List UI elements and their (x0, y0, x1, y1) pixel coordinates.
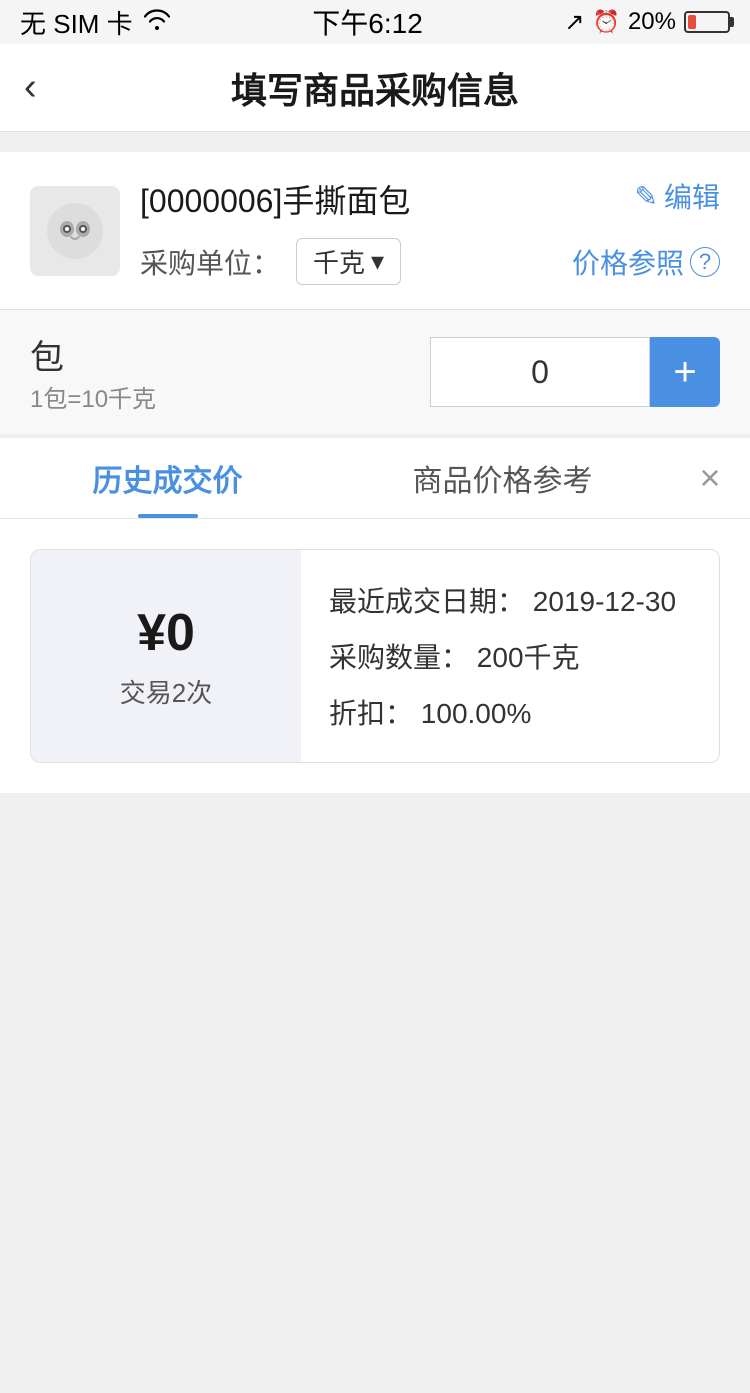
product-info: [0000006]手撕面包 采购单位： 千克 ▾ (140, 176, 410, 285)
product-card: [0000006]手撕面包 采购单位： 千克 ▾ ✎ 编辑 价格参照 ? (0, 152, 750, 309)
wifi-icon (143, 7, 171, 38)
status-bar: 无 SIM 卡 下午6:12 ↗ ⏰ 20% (0, 0, 750, 44)
unit-dropdown[interactable]: 千克 ▾ (296, 238, 401, 285)
history-content: ¥0 交易2次 最近成交日期： 2019-12-30 采购数量： 200千克 折… (0, 519, 750, 793)
edit-label: 编辑 (664, 176, 720, 216)
back-button[interactable]: ‹ (24, 66, 37, 109)
edit-icon: ✎ (635, 180, 658, 213)
edit-button[interactable]: ✎ 编辑 (635, 176, 720, 216)
tab-history-price-label: 历史成交价 (93, 456, 243, 500)
product-name: [0000006]手撕面包 (140, 176, 410, 222)
dropdown-arrow-icon: ▾ (371, 246, 384, 277)
tab-price-reference-label: 商品价格参考 (413, 456, 593, 500)
quantity-detail-label: 采购数量： (329, 642, 469, 673)
quantity-label: 包 1包=10千克 (30, 330, 156, 414)
history-left: ¥0 交易2次 (31, 550, 301, 762)
quantity-detail-value: 200千克 (477, 642, 580, 673)
recent-date-value: 2019-12-30 (533, 586, 676, 617)
history-discount: 折扣： 100.00% (329, 692, 691, 732)
history-card: ¥0 交易2次 最近成交日期： 2019-12-30 采购数量： 200千克 折… (30, 549, 720, 763)
battery-percent: 20% (628, 8, 676, 36)
help-icon: ? (690, 247, 720, 277)
quantity-plus-button[interactable]: + (650, 337, 720, 407)
recent-date-label: 最近成交日期： (329, 586, 525, 617)
bottom-area (0, 793, 750, 1393)
alarm-icon: ⏰ (593, 9, 620, 35)
nav-bar: ‹ 填写商品采购信息 (0, 44, 750, 132)
history-right: 最近成交日期： 2019-12-30 采购数量： 200千克 折扣： 100.0… (301, 550, 719, 762)
price-ref-label: 价格参照 (572, 242, 684, 282)
status-left: 无 SIM 卡 (20, 4, 171, 41)
history-trade-count: 交易2次 (120, 673, 212, 710)
tab-close-button[interactable]: × (670, 438, 750, 518)
quantity-row: 包 1包=10千克 0 + (0, 309, 750, 434)
status-right: ↗ ⏰ 20% (564, 8, 730, 37)
unit-value: 千克 (313, 243, 365, 280)
page-title: 填写商品采购信息 (231, 62, 519, 114)
quantity-input-row: 0 + (430, 337, 720, 407)
quantity-input[interactable]: 0 (430, 337, 650, 407)
product-unit-row: 采购单位： 千克 ▾ (140, 238, 410, 285)
product-left: [0000006]手撕面包 采购单位： 千克 ▾ (30, 176, 410, 285)
discount-value: 100.00% (421, 698, 532, 729)
status-time: 下午6:12 (312, 2, 423, 42)
product-thumbnail (30, 186, 120, 276)
battery-icon (684, 11, 730, 33)
product-actions: ✎ 编辑 价格参照 ? (572, 176, 720, 282)
history-quantity: 采购数量： 200千克 (329, 636, 691, 676)
history-price: ¥0 (137, 603, 195, 663)
price-reference-button[interactable]: 价格参照 ? (572, 242, 720, 282)
quantity-conversion: 1包=10千克 (30, 379, 156, 414)
tabs-container: 历史成交价 商品价格参考 × (0, 438, 750, 519)
tab-price-reference[interactable]: 商品价格参考 (335, 438, 670, 518)
tab-indicator (138, 514, 198, 518)
quantity-unit: 包 (30, 330, 156, 379)
history-recent-date: 最近成交日期： 2019-12-30 (329, 580, 691, 620)
tab-history-price[interactable]: 历史成交价 (0, 438, 335, 518)
sim-text: 无 SIM 卡 (20, 4, 133, 41)
unit-label: 采购单位： (140, 242, 280, 282)
location-icon: ↗ (564, 8, 584, 37)
discount-label: 折扣： (329, 698, 413, 729)
